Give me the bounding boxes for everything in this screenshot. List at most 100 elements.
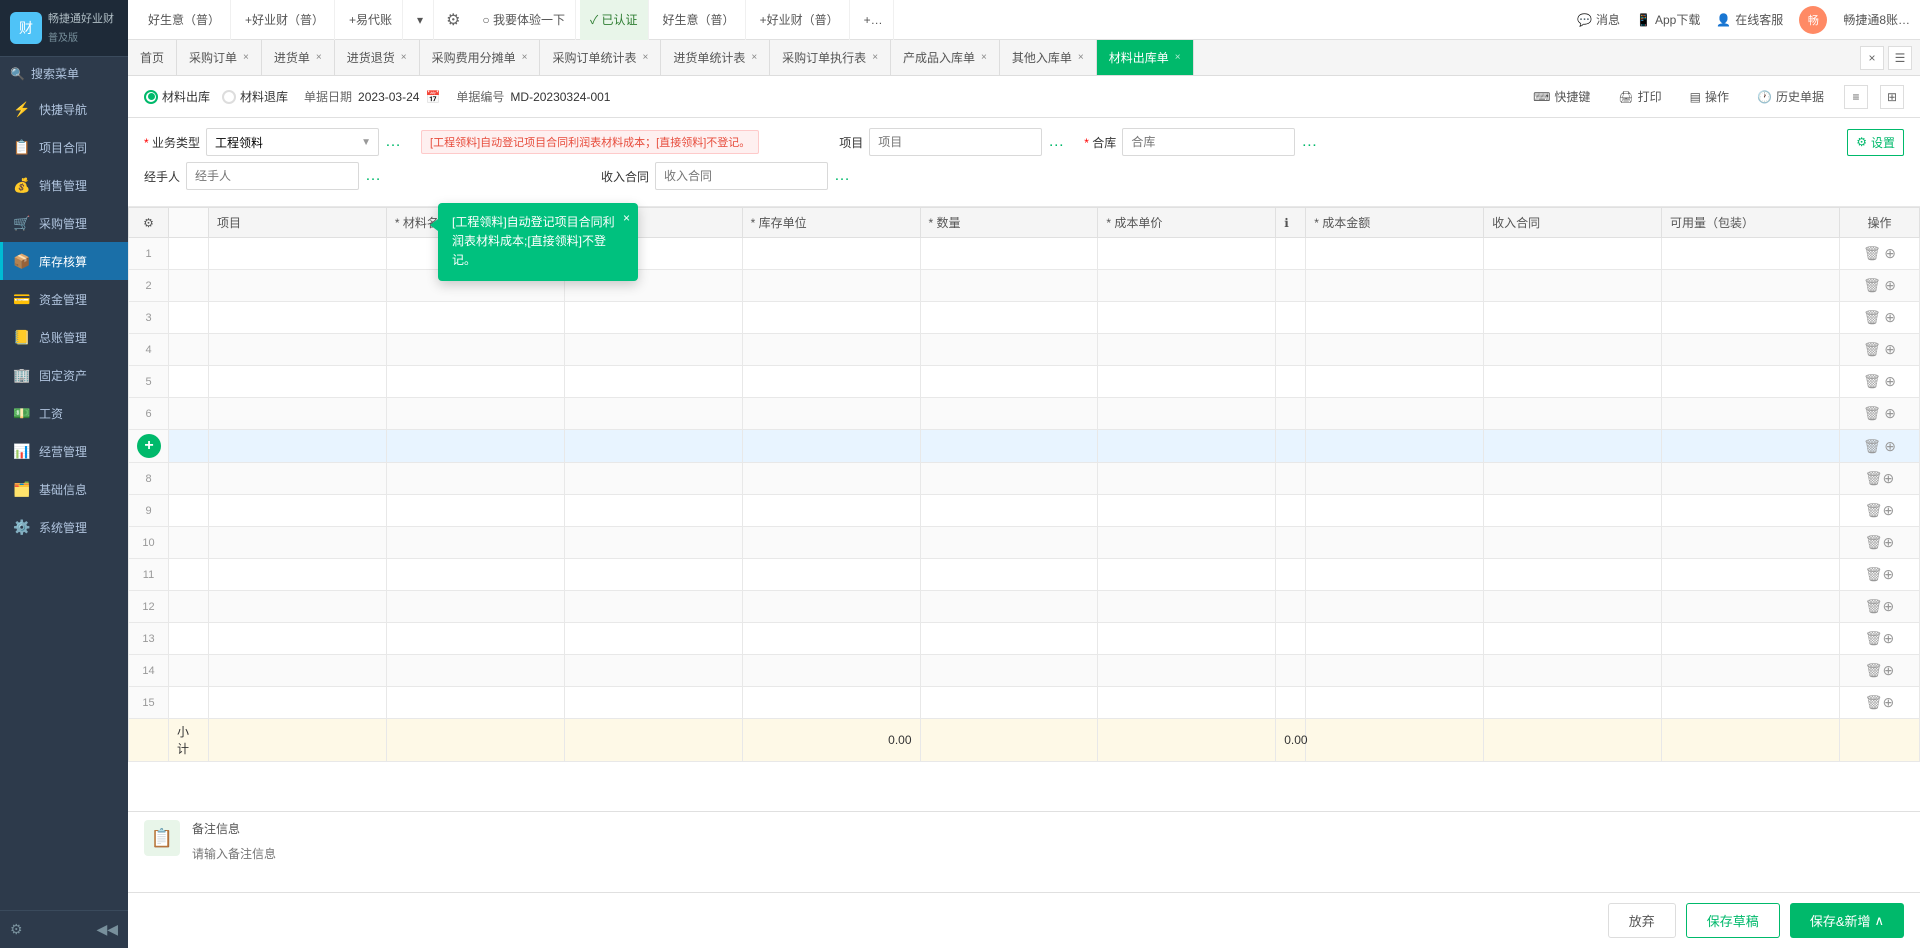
- cost-amount-cell[interactable]: [1306, 591, 1484, 623]
- delete-row-btn[interactable]: 🗑: [1865, 662, 1883, 678]
- tab-other-in[interactable]: 其他入库单 ×: [1000, 40, 1097, 76]
- sidebar-item-ledger[interactable]: 📒 总账管理: [0, 318, 128, 356]
- project-cell[interactable]: [209, 687, 387, 719]
- cost-amount-cell[interactable]: [1306, 334, 1484, 366]
- view-mode-btn2[interactable]: ⊞: [1880, 85, 1904, 109]
- tab-purchase-expense[interactable]: 采购费用分摊单 ×: [420, 40, 541, 76]
- material-cell[interactable]: [386, 655, 564, 687]
- income-contract-cell[interactable]: [1484, 270, 1662, 302]
- spec-cell[interactable]: [564, 495, 742, 527]
- copy-row-btn[interactable]: ⊕: [1884, 309, 1896, 325]
- spec-cell[interactable]: [564, 591, 742, 623]
- income-contract-cell[interactable]: [1484, 559, 1662, 591]
- income-contract-cell[interactable]: [1484, 238, 1662, 270]
- delete-row-btn[interactable]: 🗑: [1865, 534, 1883, 550]
- quantity-cell[interactable]: [920, 270, 1098, 302]
- unit-cell[interactable]: [742, 559, 920, 591]
- doc-number-value[interactable]: MD-20230324-001: [510, 90, 610, 104]
- unit-cell[interactable]: [742, 655, 920, 687]
- project-dots[interactable]: …: [1048, 133, 1064, 151]
- copy-row-btn[interactable]: ⊕: [1883, 598, 1895, 614]
- unit-cell[interactable]: [742, 238, 920, 270]
- spec-cell[interactable]: [564, 463, 742, 495]
- delete-row-btn[interactable]: 🗑: [1865, 598, 1883, 614]
- cost-price-cell[interactable]: [1098, 463, 1276, 495]
- cost-amount-cell[interactable]: [1306, 559, 1484, 591]
- cost-price-cell[interactable]: [1098, 366, 1276, 398]
- spec-cell[interactable]: [564, 655, 742, 687]
- copy-row-btn[interactable]: ⊕: [1884, 405, 1896, 421]
- quantity-cell[interactable]: [920, 463, 1098, 495]
- unit-cell[interactable]: [742, 302, 920, 334]
- delete-row-btn[interactable]: 🗑: [1865, 630, 1883, 646]
- topbar-item-good-business[interactable]: 好生意（普）: [138, 0, 231, 40]
- project-input[interactable]: [869, 128, 1042, 156]
- quantity-cell[interactable]: [920, 687, 1098, 719]
- income-contract-cell[interactable]: [1484, 463, 1662, 495]
- tab-close-icon[interactable]: ×: [522, 52, 528, 63]
- delete-row-btn[interactable]: 🗑: [1863, 341, 1881, 357]
- tab-purchase-stat[interactable]: 采购订单统计表 ×: [540, 40, 661, 76]
- income-contract-cell[interactable]: [1484, 366, 1662, 398]
- cost-amount-cell[interactable]: [1306, 270, 1484, 302]
- cost-price-cell[interactable]: [1098, 302, 1276, 334]
- cost-amount-cell[interactable]: [1306, 655, 1484, 687]
- tab-product-in[interactable]: 产成品入库单 ×: [891, 40, 1000, 76]
- income-contract-cell[interactable]: [1484, 398, 1662, 430]
- unit-cell[interactable]: [742, 527, 920, 559]
- project-cell[interactable]: [209, 334, 387, 366]
- topbar-settings-icon[interactable]: ⚙: [438, 10, 468, 30]
- delete-row-btn[interactable]: 🗑: [1863, 309, 1881, 325]
- unit-cell[interactable]: [742, 687, 920, 719]
- add-row-btn[interactable]: +: [137, 434, 161, 458]
- topbar-trial[interactable]: ○ 我要体验一下: [472, 0, 576, 40]
- date-value[interactable]: 2023-03-24: [358, 90, 419, 104]
- add-row-input-1[interactable]: [169, 430, 209, 463]
- spec-cell[interactable]: [564, 687, 742, 719]
- copy-row-btn[interactable]: ⊕: [1884, 373, 1896, 389]
- tooltip-close-btn[interactable]: ×: [623, 209, 630, 228]
- project-cell[interactable]: [209, 270, 387, 302]
- copy-row-btn[interactable]: ⊕: [1884, 341, 1896, 357]
- unit-cell[interactable]: [742, 591, 920, 623]
- tab-incoming-stat[interactable]: 进货单统计表 ×: [661, 40, 770, 76]
- settings-btn[interactable]: ⚙ 设置: [1847, 129, 1904, 156]
- tab-purchase-order[interactable]: 采购订单 ×: [177, 40, 262, 76]
- income-contract-dots[interactable]: …: [834, 167, 850, 185]
- tab-purchase-exec[interactable]: 采购订单执行表 ×: [770, 40, 891, 76]
- tab-close-icon[interactable]: ×: [981, 52, 987, 63]
- sidebar-item-assets[interactable]: 🏢 固定资产: [0, 356, 128, 394]
- sidebar-item-payroll[interactable]: 💵 工资: [0, 394, 128, 432]
- material-cell[interactable]: [386, 591, 564, 623]
- income-contract-cell[interactable]: [1484, 591, 1662, 623]
- tab-close-all-btn[interactable]: ×: [1860, 46, 1884, 70]
- sidebar-item-sales[interactable]: 💰 销售管理: [0, 166, 128, 204]
- user-avatar[interactable]: 畅: [1799, 6, 1827, 34]
- copy-row-btn[interactable]: ⊕: [1884, 245, 1896, 261]
- collapse-icon[interactable]: ◀◀: [96, 921, 118, 938]
- project-cell[interactable]: [209, 238, 387, 270]
- discard-button[interactable]: 放弃: [1608, 903, 1676, 938]
- add-row-input-2[interactable]: [209, 430, 387, 463]
- agent-input[interactable]: [186, 162, 359, 190]
- quantity-cell[interactable]: [920, 302, 1098, 334]
- cost-price-cell[interactable]: [1098, 334, 1276, 366]
- cost-price-cell[interactable]: [1098, 591, 1276, 623]
- project-cell[interactable]: [209, 302, 387, 334]
- spec-cell[interactable]: [564, 366, 742, 398]
- history-btn[interactable]: 🕐 历史单据: [1749, 84, 1832, 109]
- material-cell[interactable]: [386, 463, 564, 495]
- cost-price-cell[interactable]: [1098, 559, 1276, 591]
- spec-cell[interactable]: [564, 623, 742, 655]
- tab-close-icon[interactable]: ×: [401, 52, 407, 63]
- print-btn[interactable]: 🖨 打印: [1610, 84, 1669, 109]
- project-cell[interactable]: [209, 655, 387, 687]
- topbar-certified[interactable]: ✓ 已认证: [580, 0, 649, 40]
- material-cell[interactable]: [386, 623, 564, 655]
- quantity-cell[interactable]: [920, 591, 1098, 623]
- message-btn[interactable]: 💬 消息: [1577, 11, 1620, 28]
- quantity-cell[interactable]: [920, 655, 1098, 687]
- save-new-button[interactable]: 保存&新增 ∧: [1790, 903, 1904, 938]
- material-cell[interactable]: [386, 559, 564, 591]
- copy-row-btn[interactable]: ⊕: [1883, 502, 1895, 518]
